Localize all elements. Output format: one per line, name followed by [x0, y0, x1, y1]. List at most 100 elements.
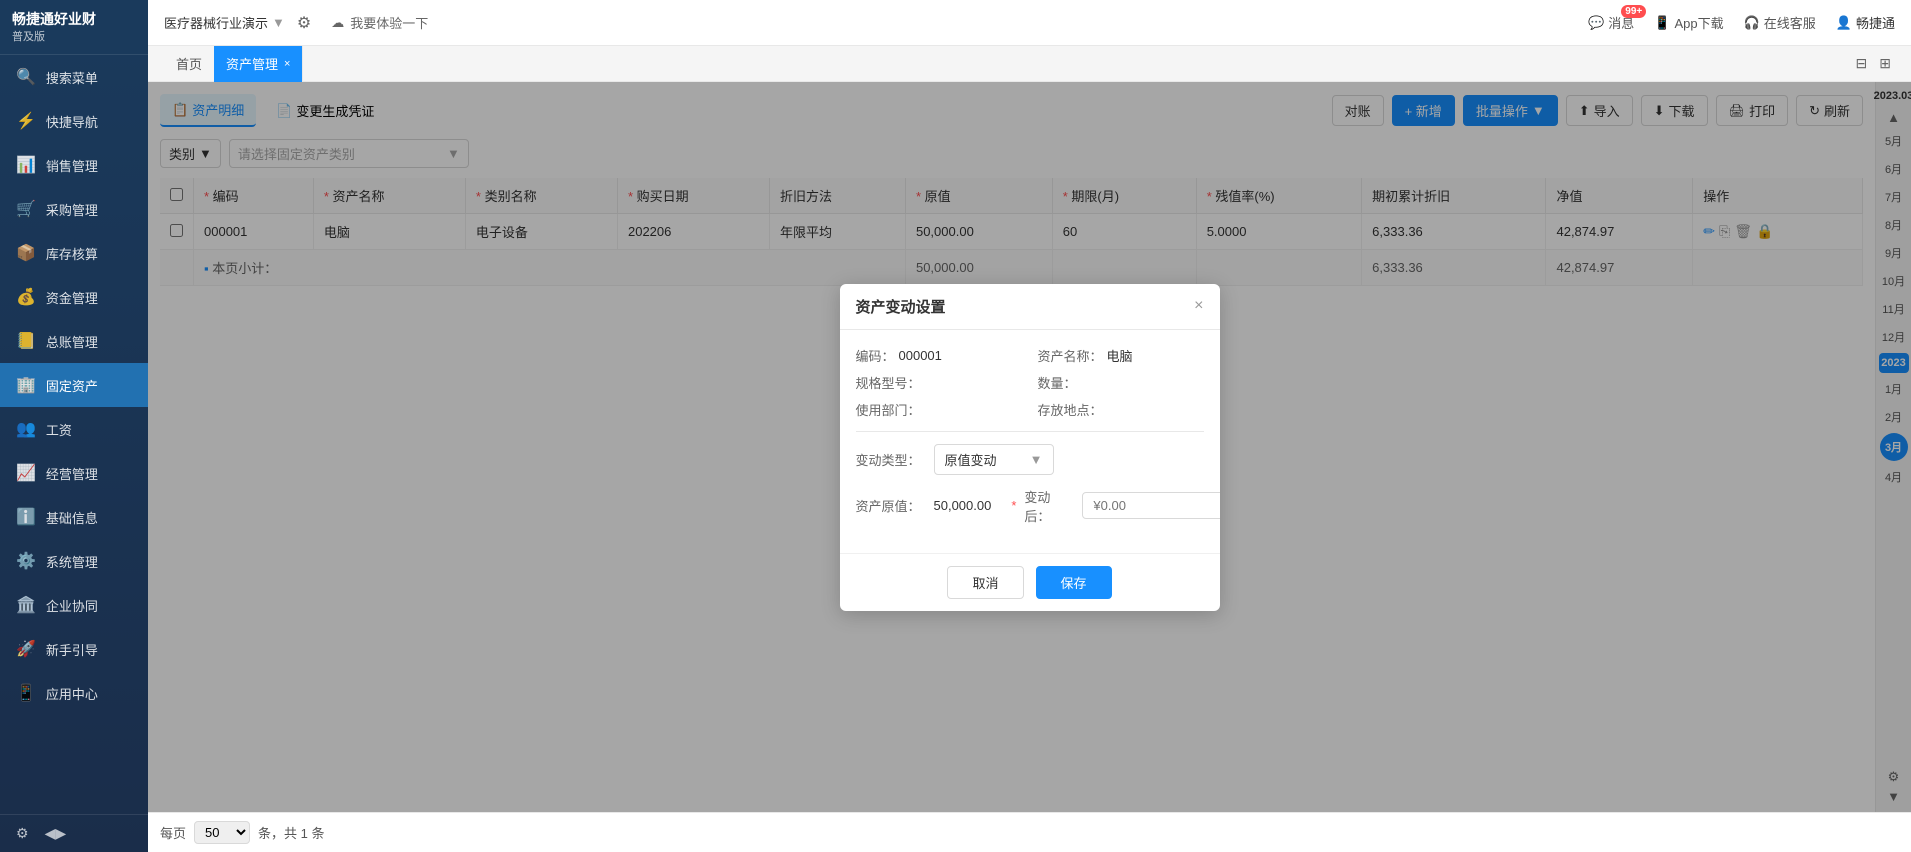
dialog-spec: 规格型号：: [856, 373, 1022, 392]
sidebar-item-system[interactable]: ⚙️ 系统管理: [0, 539, 148, 583]
settings-icon[interactable]: ⚙: [16, 825, 29, 842]
app-icon: 📱: [1654, 15, 1670, 31]
header: 医疗器械行业演示 ▼ ⚙ ☁ 我要体验一下 💬 消息 99+ 📱 App下载 🎧…: [148, 0, 1911, 46]
message-badge: 99+: [1621, 5, 1646, 18]
dialog-code: 编码： 000001: [856, 346, 1022, 365]
sidebar-bottom: ⚙ ◀▶: [0, 814, 148, 852]
save-label: 保存: [1061, 576, 1087, 591]
dialog-divider: [856, 431, 1204, 432]
settings-gear-icon[interactable]: ⚙: [297, 13, 311, 33]
sidebar-item-inventory[interactable]: 📦 库存核算: [0, 231, 148, 275]
original-value: 50,000.00: [934, 498, 992, 513]
user-btn[interactable]: 👤 畅捷通: [1836, 13, 1895, 32]
page-size-prefix: 每页: [160, 823, 186, 842]
sidebar-item-purchase[interactable]: 🛒 采购管理: [0, 187, 148, 231]
sidebar: 畅捷通好业财 普及版 🔍 搜索菜单 ⚡ 快捷导航 📊 销售管理 🛒 采购管理 📦…: [0, 0, 148, 852]
name-label: 资产名称：: [1038, 346, 1103, 365]
sidebar-item-guide[interactable]: 🚀 新手引导: [0, 627, 148, 671]
sidebar-item-operations-label: 经营管理: [46, 464, 98, 483]
total-label: 条，共 1 条: [258, 823, 324, 842]
tab-close-icon[interactable]: ×: [284, 58, 290, 70]
operations-icon: 📈: [16, 463, 36, 483]
dialog-original-value-field: 资产原值： 50,000.00 * 变动后：: [856, 487, 1204, 525]
dialog-close-btn[interactable]: ×: [1194, 297, 1203, 315]
sidebar-item-appstore-label: 应用中心: [46, 684, 98, 703]
tab-home-label: 首页: [176, 54, 202, 73]
dialog-body: 编码： 000001 资产名称： 电脑 规格型号： 数量：: [840, 330, 1220, 553]
search-icon: 🔍: [16, 67, 36, 87]
sidebar-item-search[interactable]: 🔍 搜索菜单: [0, 55, 148, 99]
sidebar-item-fixed-assets-label: 固定资产: [46, 376, 98, 395]
change-type-select[interactable]: 原值变动 ▼: [934, 444, 1054, 475]
page-size-select[interactable]: 50 100 200: [194, 821, 250, 844]
tab-bar: 首页 资产管理 × ⊟ ⊞: [148, 46, 1911, 82]
save-button[interactable]: 保存: [1036, 566, 1112, 599]
after-value-input[interactable]: [1082, 492, 1219, 519]
app-label: App下载: [1674, 13, 1723, 32]
spec-label: 规格型号：: [856, 373, 921, 392]
app-download-btn[interactable]: 📱 App下载: [1654, 13, 1723, 32]
sidebar-logo: 畅捷通好业财 普及版: [0, 0, 148, 55]
sidebar-item-appstore[interactable]: 📱 应用中心: [0, 671, 148, 715]
user-avatar-icon: 👤: [1836, 15, 1852, 31]
demo-selector[interactable]: 医疗器械行业演示 ▼: [164, 13, 285, 32]
quicknav-icon: ⚡: [16, 111, 36, 131]
change-type-value: 原值变动: [945, 450, 997, 469]
asset-change-dialog: 资产变动设置 × 编码： 000001 资产名称： 电脑: [840, 284, 1220, 611]
tab-actions: ⊟ ⊞: [1852, 51, 1895, 76]
qty-label: 数量：: [1038, 373, 1077, 392]
sidebar-item-ledger[interactable]: 📒 总账管理: [0, 319, 148, 363]
sales-icon: 📊: [16, 155, 36, 175]
content-area: 📋 资产明细 📄 变更生成凭证 对账 + 新增 批量操作: [148, 82, 1911, 812]
code-value: 000001: [899, 348, 942, 363]
cloud-icon: ☁: [331, 15, 344, 31]
dept-label: 使用部门：: [856, 400, 921, 419]
dialog-change-type-field: 变动类型： 原值变动 ▼: [856, 444, 1204, 475]
sidebar-item-fixed-assets[interactable]: 🏢 固定资产: [0, 363, 148, 407]
sidebar-item-inventory-label: 库存核算: [46, 244, 98, 263]
dialog-footer: 取消 保存: [840, 553, 1220, 611]
sidebar-item-finance[interactable]: 💰 资金管理: [0, 275, 148, 319]
message-icon: 💬: [1588, 15, 1604, 31]
sidebar-item-sales-label: 销售管理: [46, 156, 98, 175]
tab-asset-management[interactable]: 资产管理 ×: [214, 46, 303, 82]
modal-overlay: 资产变动设置 × 编码： 000001 资产名称： 电脑: [148, 82, 1911, 812]
sidebar-item-operations[interactable]: 📈 经营管理: [0, 451, 148, 495]
sidebar-logo-subtitle: 普及版: [12, 28, 136, 44]
experience-btn[interactable]: ☁ 我要体验一下: [331, 13, 428, 32]
sidebar-item-finance-label: 资金管理: [46, 288, 98, 307]
sidebar-item-enterprise[interactable]: 🏛️ 企业协同: [0, 583, 148, 627]
sidebar-item-basic-info-label: 基础信息: [46, 508, 98, 527]
tab-home[interactable]: 首页: [164, 46, 214, 82]
finance-icon: 💰: [16, 287, 36, 307]
sidebar-item-quicknav[interactable]: ⚡ 快捷导航: [0, 99, 148, 143]
sidebar-item-payroll[interactable]: 👥 工资: [0, 407, 148, 451]
dialog-info-grid: 编码： 000001 资产名称： 电脑 规格型号： 数量：: [856, 346, 1204, 419]
change-type-arrow-icon: ▼: [1030, 452, 1043, 467]
service-label: 在线客服: [1764, 13, 1816, 32]
sidebar-item-guide-label: 新手引导: [46, 640, 98, 659]
header-right: 💬 消息 99+ 📱 App下载 🎧 在线客服 👤 畅捷通: [1588, 13, 1895, 32]
dialog-header: 资产变动设置 ×: [840, 284, 1220, 330]
cancel-button[interactable]: 取消: [947, 566, 1023, 599]
dialog-dept: 使用部门：: [856, 400, 1022, 419]
tab-maximize-icon[interactable]: ⊞: [1875, 51, 1895, 76]
name-value: 电脑: [1107, 346, 1133, 365]
purchase-icon: 🛒: [16, 199, 36, 219]
service-icon: 🎧: [1744, 15, 1760, 31]
system-icon: ⚙️: [16, 551, 36, 571]
guide-icon: 🚀: [16, 639, 36, 659]
original-label: 资产原值：: [856, 496, 926, 515]
bottom-bar: 每页 50 100 200 条，共 1 条: [148, 812, 1911, 852]
collapse-icon[interactable]: ◀▶: [45, 825, 67, 842]
tab-minimize-icon[interactable]: ⊟: [1852, 51, 1872, 76]
messages-btn[interactable]: 💬 消息 99+: [1588, 13, 1634, 32]
sidebar-item-sales[interactable]: 📊 销售管理: [0, 143, 148, 187]
sidebar-item-payroll-label: 工资: [46, 420, 72, 439]
service-btn[interactable]: 🎧 在线客服: [1744, 13, 1816, 32]
change-type-label: 变动类型：: [856, 450, 926, 469]
dialog-qty: 数量：: [1038, 373, 1204, 392]
appstore-icon: 📱: [16, 683, 36, 703]
sidebar-item-basic-info[interactable]: ℹ️ 基础信息: [0, 495, 148, 539]
location-label: 存放地点：: [1038, 400, 1103, 419]
